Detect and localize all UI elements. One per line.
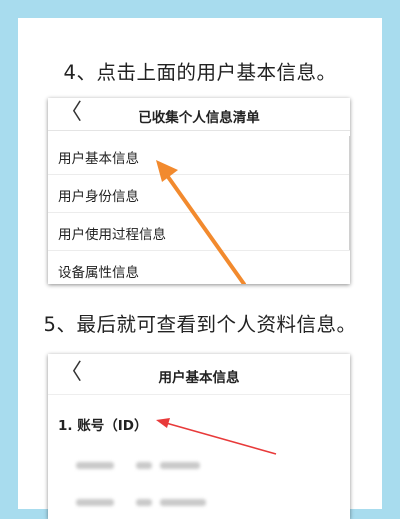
- red-arrow-icon: [156, 418, 277, 455]
- screenshot-info-list: 〈 已收集个人信息清单 用户基本信息 用户身份信息 用户使用过程信息 设备属性信…: [48, 98, 350, 284]
- screenshot-basic-info: 〈 用户基本信息 1. 账号（ID）: [48, 354, 350, 519]
- step-5-text: 5、最后就可查看到个人资料信息。: [43, 313, 357, 336]
- orange-arrow-icon: [156, 160, 246, 284]
- step-4-text: 4、点击上面的用户基本信息。: [63, 61, 337, 84]
- content-card: 4、点击上面的用户基本信息。 〈 已收集个人信息清单 用户基本信息 用户身份信息…: [18, 18, 382, 519]
